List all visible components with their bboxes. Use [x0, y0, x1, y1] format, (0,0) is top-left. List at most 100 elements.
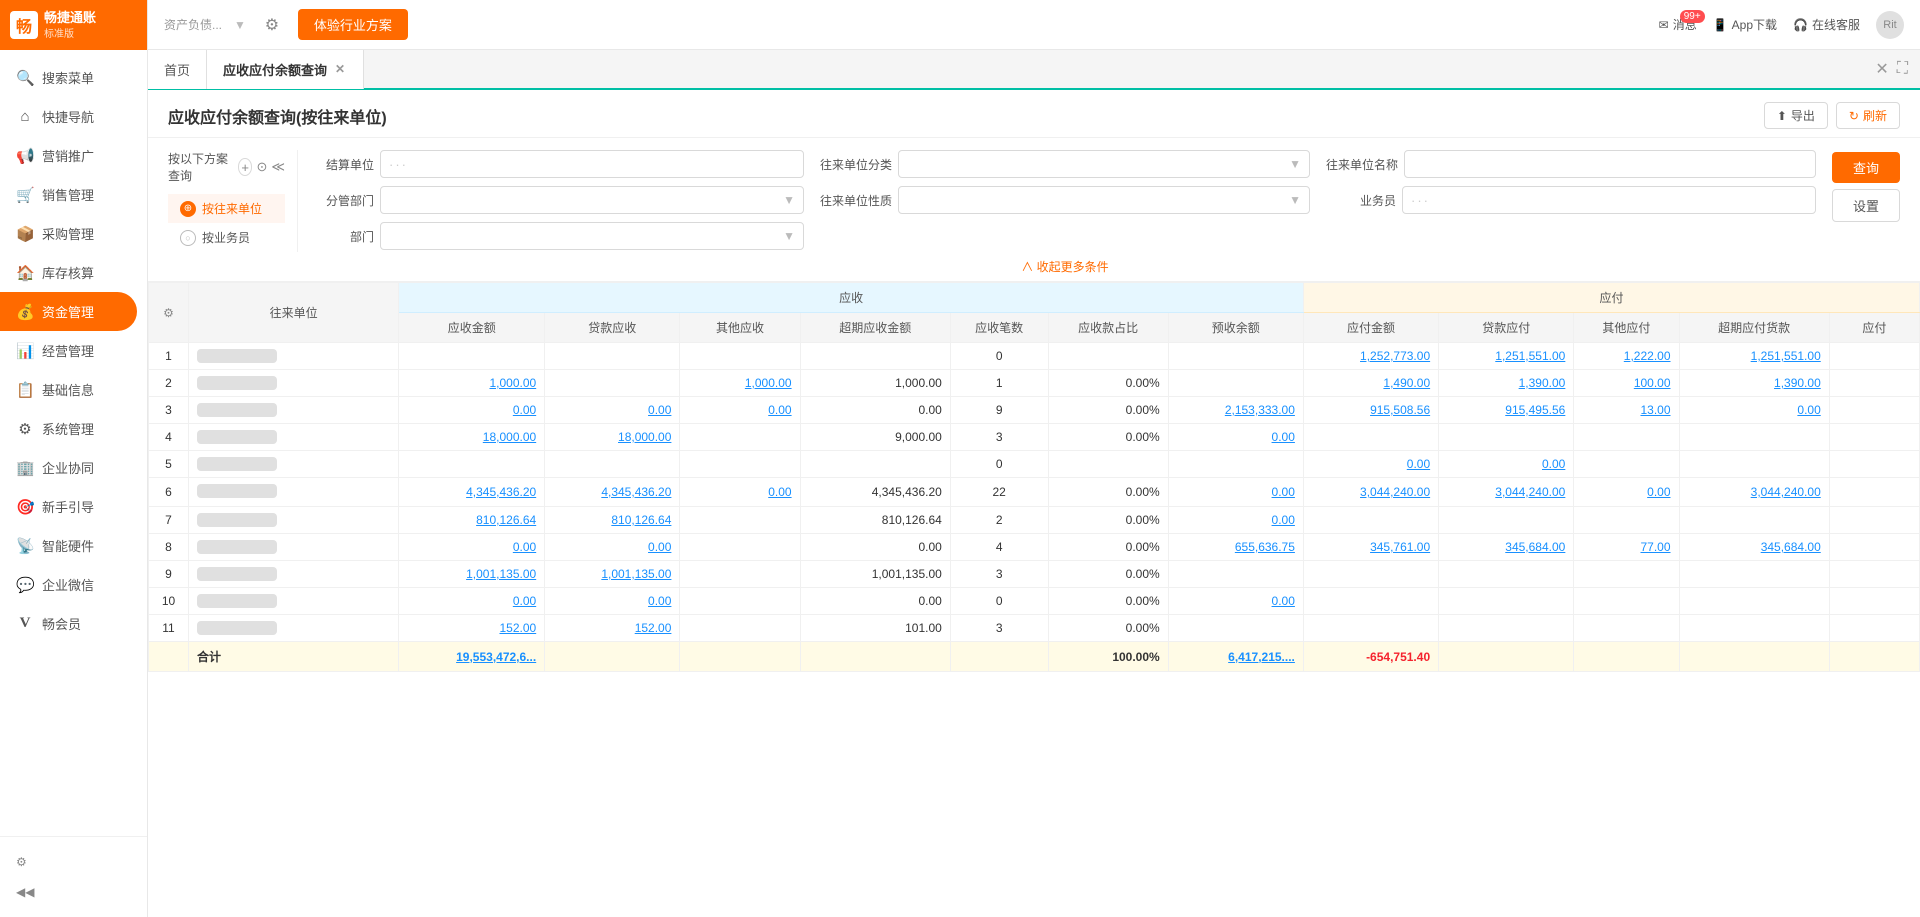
sales-icon: 🛒	[16, 186, 34, 204]
topbar-chevron-icon[interactable]: ▼	[234, 18, 246, 32]
filter-row-2: 分管部门 ▼ 往来单位性质 ▼	[314, 186, 1816, 214]
member-icon: V	[16, 615, 34, 632]
sidebar-settings-btn[interactable]: ⚙	[0, 847, 147, 877]
table-footer: 合计 19,553,472,6... 100.00% 6,417,215....…	[149, 642, 1920, 672]
sidebar-item-label: 经营管理	[42, 341, 94, 360]
salesperson-input[interactable]: ···	[1402, 186, 1816, 214]
tab-home[interactable]: 首页	[148, 50, 207, 89]
breadcrumb: 资产负债...	[164, 16, 222, 33]
sidebar-item-finance[interactable]: 💰 资金管理	[0, 292, 137, 331]
dept-select[interactable]: ▼	[380, 222, 804, 250]
sidebar-item-wechat[interactable]: 💬 企业微信	[0, 565, 147, 604]
sidebar-item-corp[interactable]: 🏢 企业协同	[0, 448, 147, 487]
partner-name-input[interactable]	[1404, 150, 1816, 178]
filter-actions: 查询 设置	[1816, 150, 1900, 222]
tab-close-icon[interactable]: ✕	[333, 60, 347, 78]
query-nav-by-partner-label: 按往来单位	[202, 200, 262, 217]
setting-button[interactable]: 设置	[1832, 189, 1900, 222]
tab-expand-icon[interactable]: ⛶	[1897, 60, 1908, 78]
export-label: 导出	[1791, 107, 1815, 124]
partner-cell: XXXXXXXXX	[189, 615, 399, 642]
refresh-button[interactable]: ↻ 刷新	[1836, 102, 1900, 129]
sidebar-item-purchase[interactable]: 📦 采购管理	[0, 214, 147, 253]
filter-partner-nature: 往来单位性质 ▼	[820, 186, 1310, 214]
filter-inner: 按以下方案查询 + ⊙ ≪ ⊕ 按往来单位 ○ 按业务员	[148, 138, 1920, 281]
tab-arbalance[interactable]: 应收应付余额查询 ✕	[207, 50, 364, 89]
scheme-collapse-btn[interactable]: ≪	[271, 159, 285, 175]
home-icon: ⌂	[16, 108, 34, 125]
managed-dept-label: 分管部门	[314, 192, 374, 209]
table-row: 2XXXXXXXXX1,000.001,000.001,000.0010.00%…	[149, 370, 1920, 397]
corp-icon: 🏢	[16, 459, 34, 477]
data-table: ⚙ 往来单位 应收 应付 应收金额 贷款应收 其他应收 超期应收金额 应收笔数 …	[148, 282, 1920, 672]
user-avatar[interactable]: Rit	[1876, 11, 1904, 39]
tab-arbalance-label: 应收应付余额查询	[223, 60, 327, 79]
sidebar-item-guide[interactable]: 🎯 新手引导	[0, 487, 147, 526]
th-ar-count: 应收笔数	[950, 313, 1048, 343]
sidebar-item-label: 资金管理	[42, 302, 94, 321]
query-nav-by-salesperson-label: 按业务员	[202, 229, 250, 246]
query-button[interactable]: 查询	[1832, 152, 1900, 183]
sidebar-item-operations[interactable]: 📊 经营管理	[0, 331, 147, 370]
sidebar-item-quick[interactable]: ⌂ 快捷导航	[0, 97, 147, 136]
page-title: 应收应付余额查询(按往来单位)	[168, 104, 387, 128]
filter-form: 结算单位 ··· 往来单位分类 ▼	[314, 150, 1816, 281]
tab-home-label: 首页	[164, 60, 190, 79]
page-header-actions: ⬆ 导出 ↻ 刷新	[1764, 102, 1900, 129]
sidebar-item-search[interactable]: 🔍 搜索菜单	[0, 58, 147, 97]
sidebar-item-hardware[interactable]: 📡 智能硬件	[0, 526, 147, 565]
sidebar-item-sales[interactable]: 🛒 销售管理	[0, 175, 147, 214]
finance-icon: 💰	[16, 303, 34, 321]
query-nav-by-partner[interactable]: ⊕ 按往来单位	[168, 194, 285, 223]
sidebar-item-label: 采购管理	[42, 224, 94, 243]
partner-nature-arrow: ▼	[1289, 193, 1301, 207]
online-service-btn[interactable]: 🎧 在线客服	[1793, 16, 1860, 33]
wechat-icon: 💬	[16, 576, 34, 594]
promo-button[interactable]: 体验行业方案	[298, 9, 408, 40]
base-icon: 📋	[16, 381, 34, 399]
managed-dept-select[interactable]: ▼	[380, 186, 804, 214]
sidebar-item-label: 企业微信	[42, 575, 94, 594]
filter-dept: 部门 ▼	[314, 222, 804, 250]
sidebar-item-system[interactable]: ⚙ 系统管理	[0, 409, 147, 448]
footer-label: 合计	[189, 642, 399, 672]
sidebar-item-base[interactable]: 📋 基础信息	[0, 370, 147, 409]
sidebar-item-label: 营销推广	[42, 146, 94, 165]
sidebar-item-member[interactable]: V 畅会员	[0, 604, 147, 643]
scheme-settings-btn[interactable]: ⊙	[256, 159, 267, 175]
tab-bar-right: ✕ ⛶	[1875, 59, 1920, 79]
sidebar-item-marketing[interactable]: 📢 营销推广	[0, 136, 147, 175]
settlement-unit-input[interactable]: ···	[380, 150, 804, 178]
partner-cell: XXXXXXXXX	[189, 507, 399, 534]
query-nav-by-salesperson[interactable]: ○ 按业务员	[168, 223, 285, 252]
tab-close-window-icon[interactable]: ✕	[1875, 59, 1888, 79]
partner-cell: ア	[189, 478, 399, 507]
dept-label: 部门	[314, 228, 374, 245]
message-btn[interactable]: ✉ 消息 99+	[1659, 16, 1697, 33]
sidebar-collapse-btn[interactable]: ◀◀	[0, 877, 147, 907]
sidebar-nav: 🔍 搜索菜单 ⌂ 快捷导航 📢 营销推广 🛒 销售管理 📦 采购管理 🏠 库存核…	[0, 50, 147, 836]
filter-partner-category: 往来单位分类 ▼	[820, 150, 1310, 178]
collapse-icon: ∧	[1021, 260, 1036, 274]
partner-category-select[interactable]: ▼	[898, 150, 1310, 178]
th-prepaid: 预收余额	[1168, 313, 1303, 343]
salesperson-label: 业务员	[1326, 192, 1396, 209]
footer-ar-other	[680, 642, 800, 672]
export-button[interactable]: ⬆ 导出	[1764, 102, 1828, 129]
table-row: 4XXXXXXXXX18,000.0018,000.009,000.0030.0…	[149, 424, 1920, 451]
add-scheme-btn[interactable]: +	[238, 158, 253, 176]
partner-nature-select[interactable]: ▼	[898, 186, 1310, 214]
sidebar-bottom: ⚙ ◀◀	[0, 836, 147, 917]
footer-empty1	[149, 642, 189, 672]
table-settings-icon[interactable]: ⚙	[163, 306, 174, 320]
topbar: 资产负债... ▼ ⚙ 体验行业方案 ✉ 消息 99+ 📱 App下载 🎧 在线…	[148, 0, 1920, 50]
table-row: 3XXXXXXXXX0.000.000.000.0090.00%2,153,33…	[149, 397, 1920, 424]
sidebar-item-inventory[interactable]: 🏠 库存核算	[0, 253, 147, 292]
collapse-more-btn[interactable]: ∧ 收起更多条件	[314, 252, 1816, 281]
app-download-btn[interactable]: 📱 App下载	[1713, 16, 1777, 33]
content-area: 应收应付余额查询(按往来单位) ⬆ 导出 ↻ 刷新 按以下方案查询	[148, 90, 1920, 917]
purchase-icon: 📦	[16, 225, 34, 243]
th-ar-ratio: 应收款占比	[1048, 313, 1168, 343]
topbar-gear-btn[interactable]: ⚙	[258, 11, 286, 39]
managed-dept-arrow: ▼	[783, 193, 795, 207]
